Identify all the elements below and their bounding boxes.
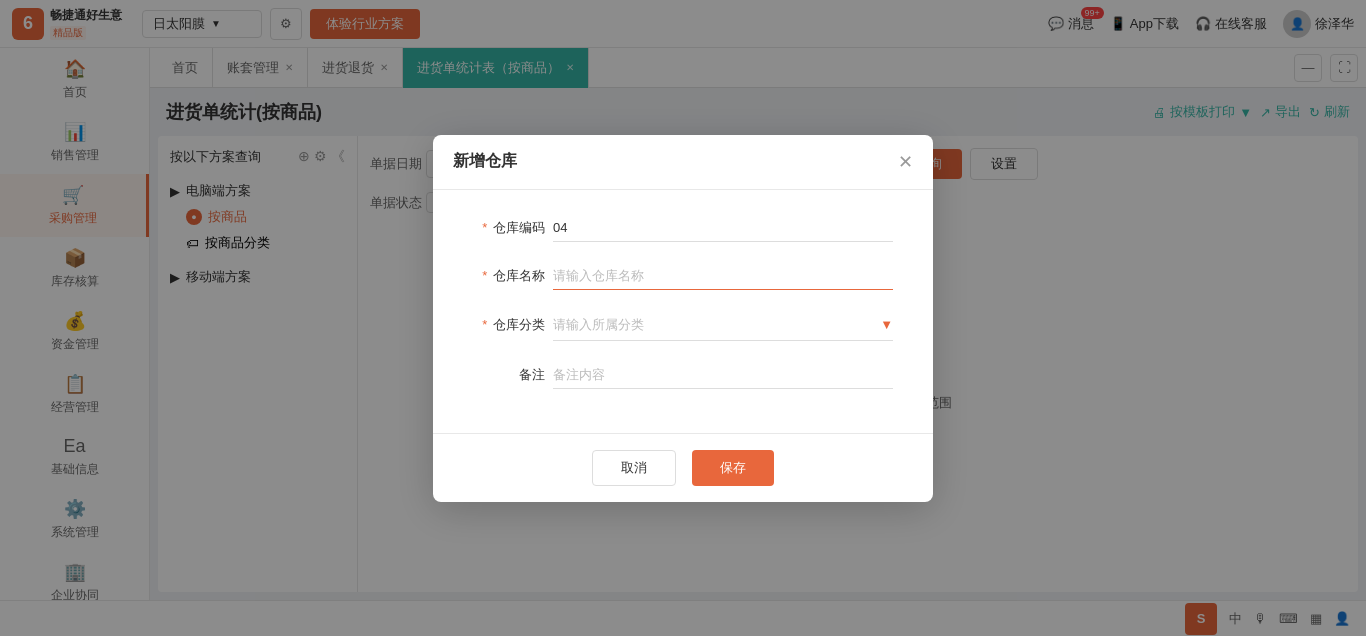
save-button[interactable]: 保存 [692,450,774,486]
warehouse-code-label: * 仓库编码 [473,219,553,237]
category-chevron-icon: ▼ [880,317,893,332]
modal-title: 新增仓库 [453,151,898,172]
modal-body: * 仓库编码 * 仓库名称 * 仓库分类 请输入所属 [433,190,933,433]
modal-overlay: 新增仓库 ✕ * 仓库编码 * 仓库名称 [0,0,1366,636]
remark-input[interactable] [553,361,893,389]
remark-label: 备注 [473,366,553,384]
warehouse-name-label: * 仓库名称 [473,267,553,285]
form-row-code: * 仓库编码 [473,214,893,242]
warehouse-name-input[interactable] [553,262,893,290]
cancel-button[interactable]: 取消 [592,450,676,486]
modal-close-button[interactable]: ✕ [898,151,913,173]
warehouse-code-input[interactable] [553,214,893,242]
modal-header: 新增仓库 ✕ [433,135,933,190]
warehouse-category-label: * 仓库分类 [473,316,553,334]
new-warehouse-modal: 新增仓库 ✕ * 仓库编码 * 仓库名称 [433,135,933,502]
modal-footer: 取消 保存 [433,433,933,502]
form-row-remark: 备注 [473,361,893,389]
form-row-category: * 仓库分类 请输入所属分类 ▼ [473,310,893,341]
warehouse-category-select[interactable]: 请输入所属分类 ▼ [553,310,893,341]
form-row-name: * 仓库名称 [473,262,893,290]
